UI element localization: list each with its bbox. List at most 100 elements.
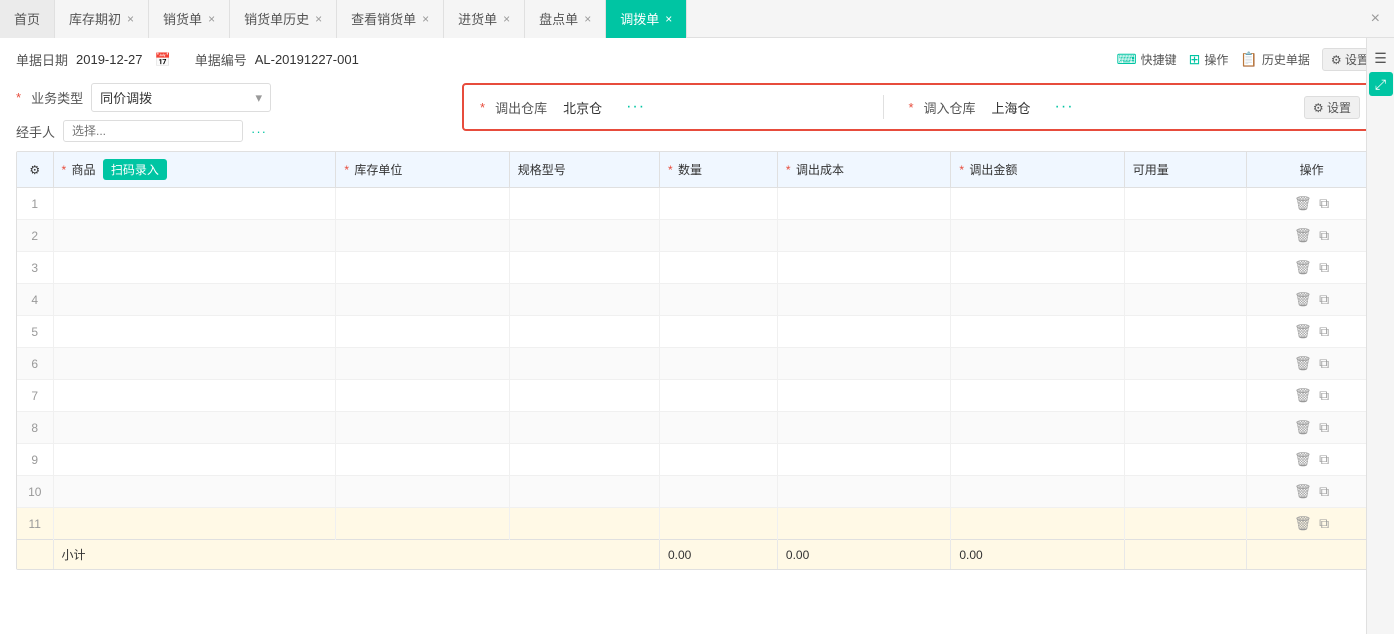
- row-product[interactable]: [53, 348, 336, 380]
- row-unit[interactable]: [336, 476, 509, 508]
- table-scroll[interactable]: ⚙ * 商品 扫码录入 * 库存单位 规格型号 *: [17, 152, 1377, 569]
- row-spec[interactable]: [509, 348, 659, 380]
- calendar-icon[interactable]: 📅: [155, 52, 171, 68]
- delete-icon[interactable]: 🗑: [1294, 195, 1312, 211]
- warehouse-in-value[interactable]: 上海仓: [992, 98, 1031, 117]
- delete-icon[interactable]: 🗑: [1294, 227, 1312, 243]
- tab-inventory-check-close[interactable]: ×: [584, 12, 591, 26]
- row-unit[interactable]: [336, 252, 509, 284]
- row-amount[interactable]: [951, 508, 1124, 540]
- row-spec[interactable]: [509, 508, 659, 540]
- row-amount[interactable]: [951, 412, 1124, 444]
- row-cost[interactable]: [777, 252, 950, 284]
- row-unit[interactable]: [336, 444, 509, 476]
- quick-key-action[interactable]: ⌨ 快捷键: [1116, 51, 1176, 68]
- tab-transfer-order[interactable]: 调拨单 ×: [606, 0, 687, 38]
- delete-icon[interactable]: 🗑: [1294, 451, 1312, 467]
- row-qty[interactable]: [659, 508, 777, 540]
- row-qty[interactable]: [659, 412, 777, 444]
- copy-icon[interactable]: ⧉: [1319, 195, 1329, 211]
- row-unit[interactable]: [336, 348, 509, 380]
- business-select[interactable]: 同价调拨 ▾: [91, 83, 271, 112]
- row-amount[interactable]: [951, 444, 1124, 476]
- row-spec[interactable]: [509, 220, 659, 252]
- row-product[interactable]: [53, 252, 336, 284]
- copy-icon[interactable]: ⧉: [1319, 419, 1329, 435]
- person-more-icon[interactable]: ···: [251, 124, 267, 139]
- row-cost[interactable]: [777, 316, 950, 348]
- row-unit[interactable]: [336, 412, 509, 444]
- copy-icon[interactable]: ⧉: [1319, 291, 1329, 307]
- row-cost[interactable]: [777, 380, 950, 412]
- window-close-button[interactable]: ×: [1357, 0, 1394, 38]
- row-unit[interactable]: [336, 508, 509, 540]
- delete-icon[interactable]: 🗑: [1294, 323, 1312, 339]
- row-qty[interactable]: [659, 316, 777, 348]
- warehouse-out-more-icon[interactable]: ···: [626, 98, 645, 116]
- tab-sales-order-close[interactable]: ×: [208, 12, 215, 26]
- tab-inventory-init[interactable]: 库存期初 ×: [55, 0, 149, 38]
- delete-icon[interactable]: 🗑: [1294, 355, 1312, 371]
- copy-icon[interactable]: ⧉: [1319, 515, 1329, 531]
- row-qty[interactable]: [659, 252, 777, 284]
- tab-inventory-check[interactable]: 盘点单 ×: [525, 0, 606, 38]
- history-action[interactable]: 📋 历史单据: [1240, 51, 1309, 68]
- row-cost[interactable]: [777, 508, 950, 540]
- row-amount[interactable]: [951, 284, 1124, 316]
- sidebar-list-icon[interactable]: ☰: [1369, 46, 1393, 70]
- row-qty[interactable]: [659, 444, 777, 476]
- row-qty[interactable]: [659, 380, 777, 412]
- tab-purchase-order-close[interactable]: ×: [503, 12, 510, 26]
- tab-view-sales-close[interactable]: ×: [422, 12, 429, 26]
- copy-icon[interactable]: ⧉: [1319, 323, 1329, 339]
- delete-icon[interactable]: 🗑: [1294, 483, 1312, 499]
- warehouse-setting-button[interactable]: ⚙ 设置: [1304, 96, 1360, 119]
- row-product[interactable]: [53, 476, 336, 508]
- row-unit[interactable]: [336, 316, 509, 348]
- row-qty[interactable]: [659, 476, 777, 508]
- row-cost[interactable]: [777, 188, 950, 220]
- row-cost[interactable]: [777, 220, 950, 252]
- warehouse-out-value[interactable]: 北京仓: [563, 98, 602, 117]
- copy-icon[interactable]: ⧉: [1319, 227, 1329, 243]
- row-amount[interactable]: [951, 252, 1124, 284]
- tab-sales-order[interactable]: 销货单 ×: [149, 0, 230, 38]
- delete-icon[interactable]: 🗑: [1294, 291, 1312, 307]
- row-amount[interactable]: [951, 476, 1124, 508]
- row-amount[interactable]: [951, 220, 1124, 252]
- row-qty[interactable]: [659, 284, 777, 316]
- row-spec[interactable]: [509, 380, 659, 412]
- tab-purchase-order[interactable]: 进货单 ×: [444, 0, 525, 38]
- delete-icon[interactable]: 🗑: [1294, 515, 1312, 531]
- row-qty[interactable]: [659, 348, 777, 380]
- delete-icon[interactable]: 🗑: [1294, 419, 1312, 435]
- row-amount[interactable]: [951, 316, 1124, 348]
- tab-transfer-order-close[interactable]: ×: [665, 12, 672, 26]
- row-amount[interactable]: [951, 380, 1124, 412]
- copy-icon[interactable]: ⧉: [1319, 451, 1329, 467]
- copy-icon[interactable]: ⧉: [1319, 387, 1329, 403]
- row-spec[interactable]: [509, 284, 659, 316]
- row-spec[interactable]: [509, 252, 659, 284]
- row-unit[interactable]: [336, 380, 509, 412]
- tab-sales-history[interactable]: 销货单历史 ×: [230, 0, 337, 38]
- copy-icon[interactable]: ⧉: [1319, 483, 1329, 499]
- copy-icon[interactable]: ⧉: [1319, 355, 1329, 371]
- tab-home[interactable]: 首页: [0, 0, 55, 38]
- row-spec[interactable]: [509, 316, 659, 348]
- row-product[interactable]: [53, 508, 336, 540]
- sidebar-expand-icon[interactable]: ⤢: [1369, 72, 1393, 96]
- row-spec[interactable]: [509, 476, 659, 508]
- row-unit[interactable]: [336, 220, 509, 252]
- row-product[interactable]: [53, 220, 336, 252]
- row-cost[interactable]: [777, 284, 950, 316]
- row-spec[interactable]: [509, 444, 659, 476]
- person-input[interactable]: [63, 120, 243, 142]
- row-product[interactable]: [53, 188, 336, 220]
- date-value[interactable]: 2019-12-27: [76, 52, 143, 67]
- row-unit[interactable]: [336, 284, 509, 316]
- warehouse-in-more-icon[interactable]: ···: [1055, 98, 1074, 116]
- row-product[interactable]: [53, 316, 336, 348]
- row-spec[interactable]: [509, 188, 659, 220]
- row-qty[interactable]: [659, 188, 777, 220]
